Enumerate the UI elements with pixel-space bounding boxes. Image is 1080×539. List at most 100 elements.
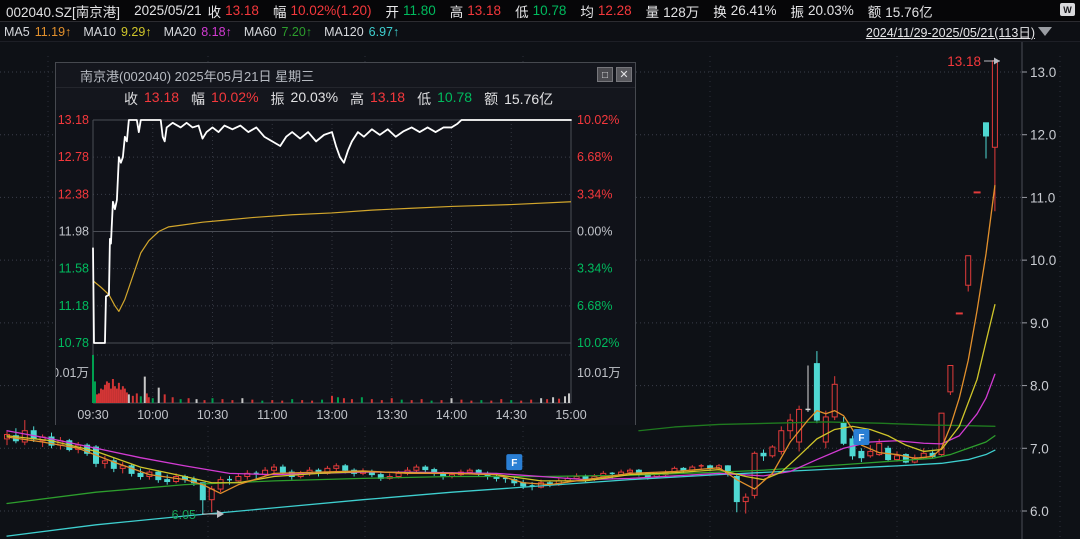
intraday-stat: 额 15.76亿 [484, 89, 553, 109]
axis-label: 3.34% [577, 187, 612, 201]
stat-value: 10.02% [211, 89, 258, 109]
axis-label: 6.0 [1030, 504, 1049, 519]
ma-label: MA60 [244, 25, 277, 39]
axis-label: 10.02% [577, 113, 619, 127]
axis-label: 14:00 [436, 408, 467, 422]
axis-label: 10:00 [137, 408, 168, 422]
ma-label: MA120 [324, 25, 364, 39]
field-label: 收 [208, 1, 222, 21]
axis-label: 10:30 [197, 408, 228, 422]
chevron-down-icon[interactable] [1038, 27, 1052, 36]
maximize-button[interactable]: □ [597, 67, 613, 82]
axis-label: 09:30 [77, 408, 108, 422]
window-mode-icon[interactable]: W [1060, 3, 1075, 16]
axis-label: 10.02% [577, 336, 619, 350]
quote-field: 均12.28 [580, 1, 631, 21]
quote-field: 开11.80 [386, 1, 436, 21]
axis-label: 11.58 [59, 262, 89, 276]
stat-label: 幅 [191, 89, 205, 109]
ma-item: MA109.29↑ [83, 25, 151, 39]
axis-label: 13.18 [58, 113, 89, 127]
ma-label: MA5 [4, 25, 30, 39]
field-value: 26.41% [731, 3, 777, 18]
ma-value: 7.20↑ [281, 25, 312, 39]
field-label: 幅 [273, 1, 287, 21]
field-value: 11.80 [403, 3, 436, 18]
field-value: 13.18 [225, 3, 259, 18]
date-range-selector[interactable]: 2024/11/29-2025/05/21(113日) [866, 22, 1052, 41]
field-value: 10.02%(1.20) [290, 3, 371, 18]
quote-field: 额15.76亿 [868, 1, 933, 21]
axis-label: 10.01万 [577, 366, 621, 380]
axis-label: F [511, 458, 517, 469]
ma-item: MA120 6.97↑ [324, 25, 399, 39]
axis-label: 10.78 [58, 336, 89, 350]
ma-label: MA20 [164, 25, 197, 39]
quote-field: 换 26.41% [713, 1, 776, 21]
intraday-stat: 振20.03% [271, 89, 338, 109]
field-value: 13.18 [467, 3, 501, 18]
ma-value: 8.18↑ [201, 25, 232, 39]
axis-label: 11.18 [59, 299, 89, 313]
ma-item: MA5 11.19↑ [4, 25, 71, 39]
close-button[interactable]: ✕ [616, 67, 632, 82]
intraday-chart: 13.1810.02%12.786.68%12.383.34%11.980.00… [56, 110, 635, 425]
field-label: 额 [868, 1, 882, 21]
axis-label: 8.0 [1030, 379, 1049, 394]
axis-label: 11.0 [1030, 190, 1055, 205]
quote-field: 收13.18 [208, 1, 259, 21]
field-value: 10.78 [533, 3, 567, 18]
axis-label: 13.0 [1030, 65, 1056, 80]
stat-value: 15.76亿 [504, 89, 553, 109]
axis-label: 7.0 [1030, 441, 1049, 456]
axis-label: 13.18 [947, 54, 981, 69]
field-label: 低 [515, 1, 529, 21]
axis-label: 12.38 [58, 187, 89, 201]
axis-label: 3.34% [577, 262, 612, 276]
axis-label: 14:30 [496, 408, 527, 422]
intraday-stat: 高 13.18 [350, 89, 405, 109]
intraday-stat: 低 10.78 [417, 89, 472, 109]
quote-field: 幅10.02%(1.20) [273, 1, 372, 21]
quote-fields: 收13.18幅10.02%(1.20)开11.80高13.18低10.78均12… [202, 1, 933, 21]
axis-label: 9.0 [1030, 316, 1049, 331]
ma-value: 11.19↑ [35, 25, 72, 39]
field-label: 量 [646, 1, 660, 21]
stock-code: 002040.SZ[南京港] [6, 1, 120, 21]
stat-label: 振 [271, 89, 285, 109]
popup-title: 南京港(002040) 2025年05月21日 星期三 [80, 66, 314, 85]
ma-values: MA5 11.19↑ MA109.29↑ MA20 8.18↑ MA60 7.20↑ MA12… [0, 25, 399, 39]
popup-title-bar[interactable]: 南京港(002040) 2025年05月21日 星期三 □ ✕ [56, 63, 635, 88]
intraday-popup-window: 南京港(002040) 2025年05月21日 星期三 □ ✕ 收13.18幅1… [55, 62, 636, 425]
quote-date: 2025/05/21 [134, 3, 202, 18]
quote-field: 高13.18 [450, 1, 501, 21]
stat-label: 高 [350, 89, 364, 109]
field-label: 振 [791, 1, 805, 21]
stat-label: 低 [417, 89, 431, 109]
stat-label: 额 [484, 89, 498, 109]
stat-value: 13.18 [370, 89, 405, 109]
field-label: 均 [580, 1, 594, 21]
axis-label: 13:00 [316, 408, 347, 422]
field-value: 128万 [663, 1, 699, 21]
intraday-stat: 幅 10.02% [191, 89, 258, 109]
field-value: 20.03% [808, 3, 854, 18]
quote-top-bar: 002040.SZ[南京港] 2025/05/21 收13.18幅10.02%(… [0, 0, 1080, 22]
field-value: 15.76亿 [885, 1, 932, 21]
quote-field: 量128万 [646, 1, 700, 21]
ma-value: 9.29↑ [121, 25, 152, 39]
ma-value: 6.97↑ [369, 25, 400, 39]
axis-label: 12.0 [1030, 128, 1056, 143]
field-label: 换 [713, 1, 727, 21]
intraday-stat: 收 13.18 [124, 89, 179, 109]
stat-label: 收 [124, 89, 138, 109]
axis-label: 15:00 [555, 408, 586, 422]
axis-label: 0.00% [577, 225, 612, 239]
ma-item: MA60 7.20↑ [244, 25, 312, 39]
stat-value: 10.78 [437, 89, 472, 109]
ma-indicator-bar: MA5 11.19↑ MA109.29↑ MA20 8.18↑ MA60 7.20↑ MA12… [0, 22, 1080, 42]
intraday-stats-row: 收 13.18 幅 10.02% 振20.03% 高 13.18 低 10.78 额 15.76亿 [56, 88, 635, 110]
stat-value: 13.18 [144, 89, 179, 109]
date-range-label[interactable]: 2024/11/29-2025/05/21(113日) [866, 22, 1035, 41]
axis-label: 6.68% [577, 299, 612, 313]
